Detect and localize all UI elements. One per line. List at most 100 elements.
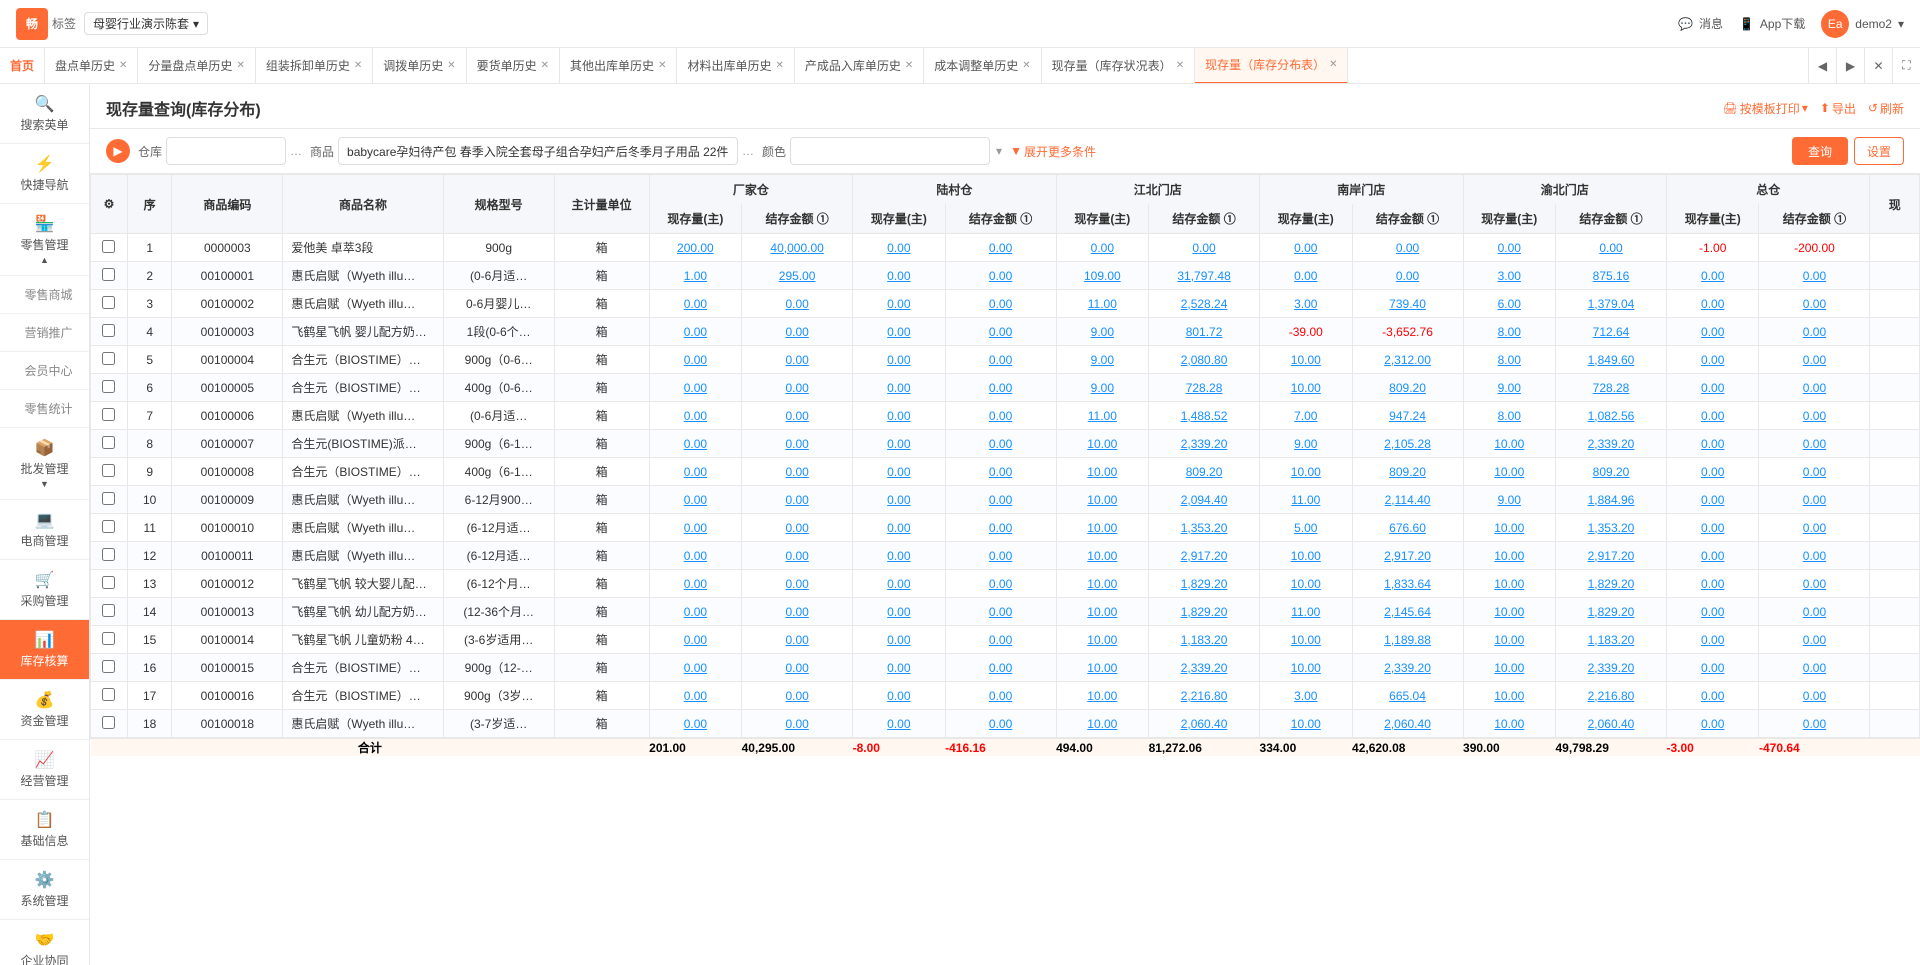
settings-button[interactable]: 设置	[1854, 137, 1904, 165]
export-btn[interactable]: ⬆ 导出	[1820, 100, 1856, 117]
row-checkbox[interactable]	[91, 402, 128, 430]
sidebar-item-retail-store[interactable]: 零售商城	[0, 276, 89, 314]
sidebar-item-enterprise[interactable]: 🤝 企业协同	[0, 920, 89, 965]
row-checkbox[interactable]	[91, 290, 128, 318]
row-name: 合生元(BIOSTIME)派…	[283, 430, 443, 458]
row-spec: (6-12月适…	[443, 514, 554, 542]
tab-material-out[interactable]: 材料出库单历史 ✕	[677, 48, 794, 84]
purchase-icon: 🛒	[35, 570, 55, 590]
row-checkbox[interactable]	[91, 598, 128, 626]
tab-close-icon[interactable]: ✕	[1176, 60, 1184, 71]
app-download-btn[interactable]: 📱 App下载	[1739, 15, 1805, 32]
user-menu[interactable]: Ea demo2 ▾	[1821, 10, 1904, 38]
row-checkbox[interactable]	[91, 654, 128, 682]
product-input[interactable]	[338, 137, 738, 165]
row-nanan-amt: 2,105.28	[1352, 430, 1463, 458]
sidebar-item-operations[interactable]: 📈 经营管理	[0, 740, 89, 800]
sidebar: 🔍 搜索英单 ⚡ 快捷导航 🏪 零售管理 ▲ 零售商城 营销推广 会员中心 零售…	[0, 84, 90, 965]
system-icon: ⚙️	[35, 870, 55, 890]
sidebar-item-stock[interactable]: 📊 库存核算	[0, 620, 89, 680]
row-checkbox[interactable]	[91, 374, 128, 402]
product-dots[interactable]: …	[742, 144, 754, 158]
row-lucun-amt: 0.00	[945, 542, 1056, 570]
filter-expand-btn[interactable]: ▶	[106, 139, 130, 163]
row-yubei-amt: 2,339.20	[1556, 430, 1667, 458]
row-checkbox[interactable]	[91, 682, 128, 710]
tab-close-icon[interactable]: ✕	[236, 60, 244, 71]
query-button[interactable]: 查询	[1792, 137, 1848, 165]
expand-more-btn[interactable]: ▼ 展开更多条件	[1010, 143, 1096, 160]
tab-close-icon[interactable]: ✕	[447, 60, 455, 71]
tab-close-icon[interactable]: ✕	[119, 60, 127, 71]
color-input[interactable]	[790, 137, 990, 165]
row-checkbox[interactable]	[91, 710, 128, 739]
tab-close-all-btn[interactable]: ✕	[1864, 48, 1892, 84]
warehouse-input[interactable]	[166, 137, 286, 165]
tab-inventory[interactable]: 盘点单历史 ✕	[45, 48, 138, 84]
row-checkbox[interactable]	[91, 570, 128, 598]
sidebar-item-shortcut[interactable]: ⚡ 快捷导航	[0, 144, 89, 204]
row-checkbox[interactable]	[91, 346, 128, 374]
tab-close-icon[interactable]: ✕	[1329, 59, 1337, 70]
sidebar-item-member[interactable]: 会员中心	[0, 352, 89, 390]
row-checkbox[interactable]	[91, 430, 128, 458]
tab-fullscreen-btn[interactable]: ⛶	[1892, 48, 1920, 84]
warehouse-dots[interactable]: …	[290, 144, 302, 158]
tab-other-out[interactable]: 其他出库单历史 ✕	[560, 48, 677, 84]
row-nanan-amt: -3,652.76	[1352, 318, 1463, 346]
row-extra	[1870, 486, 1920, 514]
row-checkbox[interactable]	[91, 458, 128, 486]
sidebar-item-retail-stats[interactable]: 零售统计	[0, 390, 89, 428]
tab-stock-status[interactable]: 现存量（库存状况表） ✕	[1042, 48, 1195, 84]
tab-home[interactable]: 首页	[0, 48, 45, 84]
row-checkbox[interactable]	[91, 486, 128, 514]
query-actions: 查询 设置	[1792, 137, 1904, 165]
company-selector[interactable]: 母婴行业演示陈套 ▾	[84, 12, 208, 35]
print-btn[interactable]: 🖨 按模板打印 ▾	[1723, 100, 1808, 117]
table-container[interactable]: ⚙ 序 商品编码 商品名称 规格型号 主计量单位 厂家仓 陆村仓 江北门店 南岸…	[90, 174, 1920, 965]
sidebar-item-basic[interactable]: 📋 基础信息	[0, 800, 89, 860]
row-checkbox[interactable]	[91, 234, 128, 262]
tab-close-icon[interactable]: ✕	[1022, 60, 1030, 71]
refresh-btn[interactable]: ↺ 刷新	[1868, 100, 1904, 117]
row-extra	[1870, 430, 1920, 458]
tab-close-icon[interactable]: ✕	[541, 60, 549, 71]
tab-stock-dist[interactable]: 现存量（库存分布表） ✕	[1195, 48, 1348, 84]
th-settings[interactable]: ⚙	[91, 175, 128, 234]
tab-cost-adj[interactable]: 成本调整单历史 ✕	[924, 48, 1041, 84]
tab-transfer[interactable]: 调拨单历史 ✕	[373, 48, 466, 84]
sidebar-item-purchase[interactable]: 🛒 采购管理	[0, 560, 89, 620]
message-btn[interactable]: 💬 消息	[1678, 15, 1723, 32]
tab-next-btn[interactable]: ▶	[1836, 48, 1864, 84]
row-checkbox[interactable]	[91, 626, 128, 654]
row-unit: 箱	[554, 458, 649, 486]
tab-purchase[interactable]: 要货单历史 ✕	[467, 48, 560, 84]
sidebar-item-wholesale[interactable]: 📦 批发管理 ▼	[0, 428, 89, 500]
row-checkbox[interactable]	[91, 318, 128, 346]
tab-split-inventory[interactable]: 分量盘点单历史 ✕	[138, 48, 255, 84]
row-seq: 7	[127, 402, 171, 430]
sidebar-item-system[interactable]: ⚙️ 系统管理	[0, 860, 89, 920]
sidebar-item-marketing[interactable]: 营销推广	[0, 314, 89, 352]
tab-combo-split[interactable]: 组装拆卸单历史 ✕	[256, 48, 373, 84]
tab-close-icon[interactable]: ✕	[354, 60, 362, 71]
sidebar-item-ecommerce[interactable]: 💻 电商管理	[0, 500, 89, 560]
row-total-qty: 0.00	[1666, 598, 1758, 626]
row-total-amt: 0.00	[1759, 514, 1870, 542]
table-row: 500100004合生元（BIOSTIME）…900g（0-6…箱0.000.0…	[91, 346, 1920, 374]
tab-close-icon[interactable]: ✕	[658, 60, 666, 71]
tab-product-in[interactable]: 产成品入库单历史 ✕	[795, 48, 924, 84]
sidebar-item-finance[interactable]: 💰 资金管理	[0, 680, 89, 740]
row-checkbox[interactable]	[91, 514, 128, 542]
settings-icon: ⚙	[104, 197, 115, 211]
tab-close-icon[interactable]: ✕	[905, 60, 913, 71]
row-checkbox[interactable]	[91, 542, 128, 570]
tab-prev-btn[interactable]: ◀	[1808, 48, 1836, 84]
table-row: 1100100010惠氏启赋（Wyeth illu…(6-12月适…箱0.000…	[91, 514, 1920, 542]
row-factory-amt: 0.00	[742, 682, 853, 710]
table-row: 200100001惠氏启赋（Wyeth illu…(0-6月适…箱1.00295…	[91, 262, 1920, 290]
sidebar-item-search[interactable]: 🔍 搜索英单	[0, 84, 89, 144]
row-checkbox[interactable]	[91, 262, 128, 290]
tab-close-icon[interactable]: ✕	[775, 60, 783, 71]
sidebar-item-retail[interactable]: 🏪 零售管理 ▲	[0, 204, 89, 276]
